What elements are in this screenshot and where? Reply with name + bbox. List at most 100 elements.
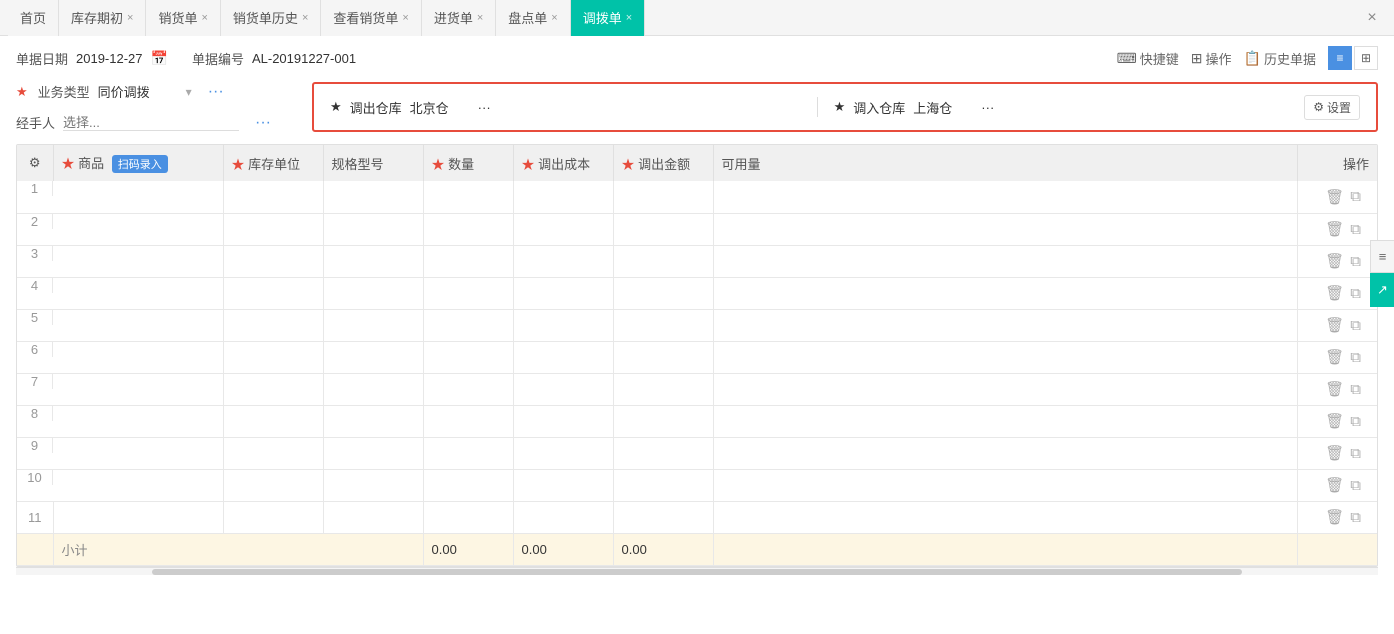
row-8-cost[interactable] (513, 405, 613, 437)
row-4-unit[interactable] (223, 277, 323, 309)
row-2-unit[interactable] (223, 213, 323, 245)
row-7-spec[interactable] (323, 373, 423, 405)
copy-icon-3[interactable]: ⧉ (1350, 253, 1361, 270)
scan-btn[interactable]: 扫码录入 (112, 155, 168, 173)
row-4-product[interactable] (53, 277, 223, 309)
tab-inventory-init[interactable]: 库存期初 × (59, 0, 146, 36)
tab-transfer-order-close[interactable]: × (626, 12, 632, 24)
delete-icon-3[interactable]: 🗑 (1325, 252, 1344, 270)
copy-icon-4[interactable]: ⧉ (1350, 285, 1361, 302)
tab-sales-order-close[interactable]: × (201, 12, 207, 24)
row-7-unit[interactable] (223, 373, 323, 405)
row-4-quantity[interactable] (423, 277, 513, 309)
row-8-amount[interactable] (613, 405, 713, 437)
row-9-product[interactable] (53, 437, 223, 469)
grid-btn-grid[interactable]: ⊞ (1354, 46, 1378, 70)
business-type-more-icon[interactable]: ··· (208, 83, 224, 101)
copy-icon-1[interactable]: ⧉ (1350, 188, 1361, 205)
row-9-unit[interactable] (223, 437, 323, 469)
row-11-cost[interactable] (513, 501, 613, 533)
agent-input[interactable] (63, 115, 239, 131)
row-9-quantity[interactable] (423, 437, 513, 469)
row-8-unit[interactable] (223, 405, 323, 437)
row-3-spec[interactable] (323, 245, 423, 277)
row-7-amount[interactable] (613, 373, 713, 405)
row-6-quantity[interactable] (423, 341, 513, 373)
calendar-icon[interactable]: 📅 (151, 50, 168, 67)
delete-icon-9[interactable]: 🗑 (1325, 444, 1344, 462)
out-warehouse-more-icon[interactable]: ··· (478, 100, 491, 115)
row-3-cost[interactable] (513, 245, 613, 277)
row-1-quantity[interactable] (423, 181, 513, 213)
row-5-product[interactable] (53, 309, 223, 341)
tab-inventory-init-close[interactable]: × (127, 12, 133, 24)
copy-icon-7[interactable]: ⧉ (1350, 381, 1361, 398)
copy-icon-8[interactable]: ⧉ (1350, 413, 1361, 430)
row-4-cost[interactable] (513, 277, 613, 309)
delete-icon-2[interactable]: 🗑 (1325, 220, 1344, 238)
row-2-cost[interactable] (513, 213, 613, 245)
row-3-unit[interactable] (223, 245, 323, 277)
row-9-spec[interactable] (323, 437, 423, 469)
delete-icon-7[interactable]: 🗑 (1325, 380, 1344, 398)
business-type-dropdown-icon[interactable]: ▾ (186, 85, 192, 99)
shortcut-action[interactable]: ⌨ 快捷键 (1117, 49, 1179, 68)
copy-icon-10[interactable]: ⧉ (1350, 477, 1361, 494)
row-10-available[interactable] (713, 469, 1297, 501)
row-5-spec[interactable] (323, 309, 423, 341)
row-6-amount[interactable] (613, 341, 713, 373)
row-3-available[interactable] (713, 245, 1297, 277)
out-warehouse-value[interactable]: 北京仓 (410, 98, 470, 117)
row-1-amount[interactable] (613, 181, 713, 213)
delete-icon-5[interactable]: 🗑 (1325, 316, 1344, 334)
row-11-available[interactable] (713, 501, 1297, 533)
row-10-amount[interactable] (613, 469, 713, 501)
row-5-unit[interactable] (223, 309, 323, 341)
row-7-available[interactable] (713, 373, 1297, 405)
row-2-spec[interactable] (323, 213, 423, 245)
row-8-product[interactable] (53, 405, 223, 437)
tab-sales-order[interactable]: 销货单 × (146, 0, 220, 36)
row-7-product[interactable] (53, 373, 223, 405)
row-11-product[interactable] (53, 501, 223, 533)
tab-view-sales-close[interactable]: × (402, 12, 408, 24)
tab-transfer-order[interactable]: 调拨单 × (571, 0, 645, 36)
row-3-product[interactable] (53, 245, 223, 277)
row-1-spec[interactable] (323, 181, 423, 213)
copy-icon-6[interactable]: ⧉ (1350, 349, 1361, 366)
tab-view-sales[interactable]: 查看销货单 × (321, 0, 421, 36)
delete-icon-1[interactable]: 🗑 (1325, 188, 1344, 206)
tab-purchase-order-close[interactable]: × (477, 12, 483, 24)
delete-icon-4[interactable]: 🗑 (1325, 284, 1344, 302)
row-1-cost[interactable] (513, 181, 613, 213)
delete-icon-8[interactable]: 🗑 (1325, 412, 1344, 430)
row-9-cost[interactable] (513, 437, 613, 469)
tab-stocktake[interactable]: 盘点单 × (496, 0, 570, 36)
row-4-amount[interactable] (613, 277, 713, 309)
row-5-cost[interactable] (513, 309, 613, 341)
delete-icon-11[interactable]: 🗑 (1325, 508, 1344, 526)
tab-home[interactable]: 首页 (8, 0, 59, 36)
row-9-amount[interactable] (613, 437, 713, 469)
row-3-quantity[interactable] (423, 245, 513, 277)
row-8-quantity[interactable] (423, 405, 513, 437)
row-5-available[interactable] (713, 309, 1297, 341)
row-10-quantity[interactable] (423, 469, 513, 501)
row-10-cost[interactable] (513, 469, 613, 501)
row-11-amount[interactable] (613, 501, 713, 533)
row-9-available[interactable] (713, 437, 1297, 469)
scroll-thumb[interactable] (152, 569, 1242, 575)
agent-more-icon[interactable]: ··· (255, 114, 271, 132)
grid-btn-list[interactable]: ≡ (1328, 46, 1352, 70)
tab-sales-history[interactable]: 销货单历史 × (221, 0, 321, 36)
business-type-value[interactable]: 同价调拨 (98, 82, 178, 101)
col-gear[interactable]: ⚙ (17, 145, 53, 181)
warehouse-settings-btn[interactable]: ⚙ 设置 (1304, 95, 1360, 120)
row-2-available[interactable] (713, 213, 1297, 245)
copy-icon-9[interactable]: ⧉ (1350, 445, 1361, 462)
row-1-unit[interactable] (223, 181, 323, 213)
row-4-spec[interactable] (323, 277, 423, 309)
row-7-cost[interactable] (513, 373, 613, 405)
copy-icon-5[interactable]: ⧉ (1350, 317, 1361, 334)
tab-stocktake-close[interactable]: × (551, 12, 557, 24)
